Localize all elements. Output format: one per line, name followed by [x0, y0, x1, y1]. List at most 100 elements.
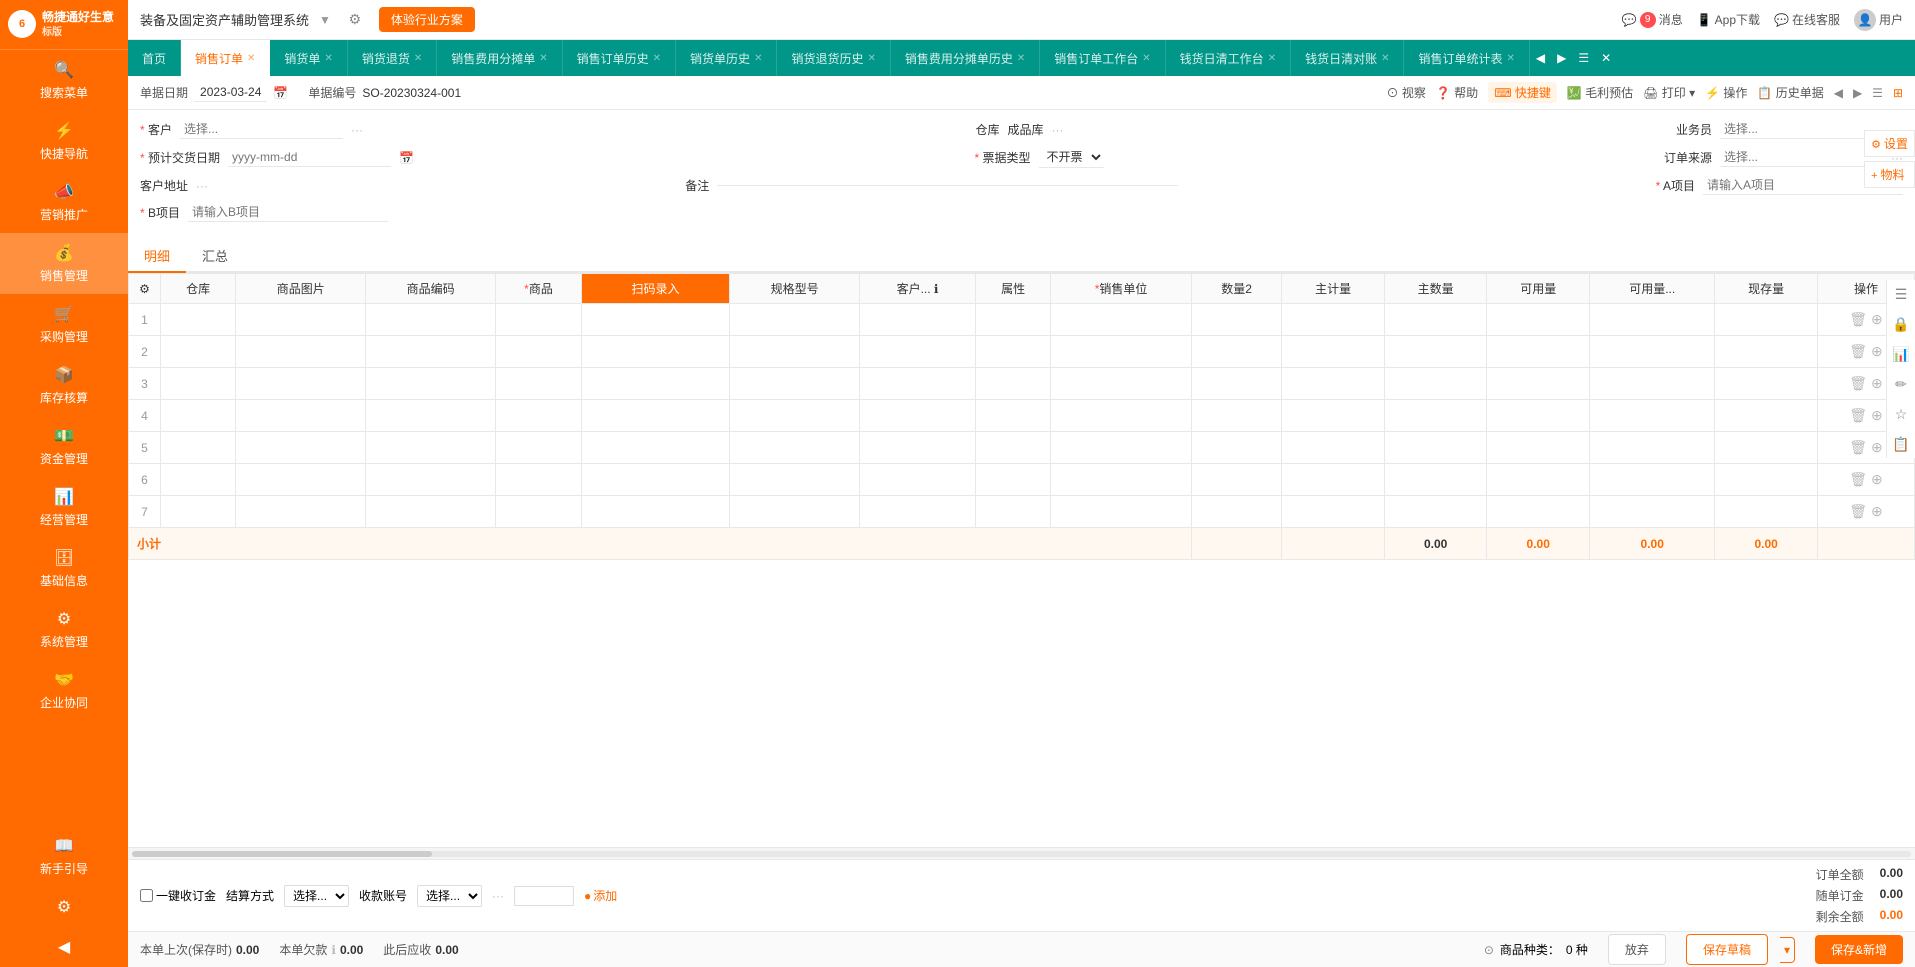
tab-summary[interactable]: 汇总: [186, 240, 244, 271]
discard-button[interactable]: 放弃: [1608, 934, 1666, 965]
tab-expense-history[interactable]: 销售费用分摊单历史 ✕: [891, 40, 1040, 76]
cell-warehouse[interactable]: [161, 304, 236, 336]
tab-close-icon[interactable]: ✕: [1507, 53, 1515, 64]
sidebar-item-guide[interactable]: 📖 新手引导: [0, 826, 128, 887]
tab-close-icon[interactable]: ✕: [867, 53, 875, 64]
float-icon-6[interactable]: 📋: [1887, 430, 1915, 458]
copy-icon[interactable]: ⊕: [1871, 375, 1883, 392]
grid-view-icon[interactable]: ⊞: [1893, 86, 1903, 100]
float-icon-1[interactable]: ☰: [1887, 280, 1915, 308]
history-icon[interactable]: 📋 历史单据: [1757, 84, 1823, 101]
tab-reconcile[interactable]: 钱货日清对账 ✕: [1291, 40, 1404, 76]
tab-menu-icon[interactable]: ☰: [1572, 51, 1595, 65]
sidebar-item-system[interactable]: ⚙ 系统管理: [0, 599, 128, 660]
delete-icon[interactable]: 🗑: [1849, 343, 1867, 360]
delete-icon[interactable]: 🗑: [1849, 375, 1867, 392]
view-icon[interactable]: ⊙ 视察: [1387, 84, 1426, 101]
tab-close-icon[interactable]: ✕: [1142, 53, 1150, 64]
salesperson-input[interactable]: [1720, 120, 1883, 139]
col-product[interactable]: *商品: [496, 274, 582, 304]
payment-method-select[interactable]: 选择...: [284, 885, 349, 907]
save-draft-arrow[interactable]: ▾: [1780, 937, 1795, 963]
copy-icon[interactable]: ⊕: [1871, 439, 1883, 456]
industry-solution-button[interactable]: 体验行业方案: [379, 7, 475, 32]
warehouse-value[interactable]: 成品库: [1008, 121, 1044, 138]
customer-input[interactable]: [180, 120, 343, 139]
customer-dots[interactable]: ···: [351, 123, 363, 137]
sidebar-item-search[interactable]: 🔍 搜索菜单: [0, 50, 128, 111]
cell-qty2[interactable]: [1191, 304, 1281, 336]
col-customer-info[interactable]: 客户... ℹ: [860, 274, 976, 304]
tab-close-icon[interactable]: ✕: [247, 53, 255, 64]
tab-close-icon[interactable]: ✕: [414, 53, 422, 64]
sidebar-item-quick[interactable]: ⚡ 快捷导航: [0, 111, 128, 172]
cell-warehouse[interactable]: [161, 368, 236, 400]
cell-main-qty[interactable]: [1384, 304, 1487, 336]
save-new-button[interactable]: 保存&新增: [1815, 935, 1903, 964]
tab-sales-invoice[interactable]: 销货单 ✕: [270, 40, 347, 76]
col-stock[interactable]: 现存量: [1715, 274, 1818, 304]
tab-daily-clear[interactable]: 钱货日清工作台 ✕: [1166, 40, 1291, 76]
account-dots[interactable]: ···: [492, 889, 504, 903]
sidebar-settings-btn[interactable]: ⚙: [0, 887, 128, 927]
tab-home[interactable]: 首页: [128, 40, 181, 76]
help-icon[interactable]: ❓ 帮助: [1436, 84, 1478, 101]
copy-icon[interactable]: ⊕: [1871, 407, 1883, 424]
col-scan[interactable]: 扫码录入: [581, 274, 729, 304]
sidebar-item-finance[interactable]: 💵 资金管理: [0, 416, 128, 477]
col-code[interactable]: 商品编码: [366, 274, 496, 304]
date-value[interactable]: 2023-03-24: [194, 83, 267, 102]
col-warehouse[interactable]: 仓库: [161, 274, 236, 304]
tab-close-icon[interactable]: ✕: [653, 53, 661, 64]
print-icon[interactable]: 🖨 打印 ▾: [1643, 84, 1695, 101]
shortcuts-icon[interactable]: ⌨ 快捷键: [1488, 82, 1557, 103]
scroll-bar[interactable]: [128, 847, 1915, 859]
online-service-btn[interactable]: 💬 在线客服: [1774, 11, 1840, 28]
float-icon-5[interactable]: ☆: [1887, 400, 1915, 428]
tab-order-history[interactable]: 销售订单历史 ✕: [563, 40, 676, 76]
float-icon-2[interactable]: 🔒: [1887, 310, 1915, 338]
cell-attribute[interactable]: [976, 304, 1051, 336]
one-click-checkbox-input[interactable]: [140, 889, 153, 902]
copy-icon[interactable]: ⊕: [1871, 311, 1883, 328]
tab-sales-return[interactable]: 销货退货 ✕: [348, 40, 437, 76]
cell-product[interactable]: [496, 336, 582, 368]
save-draft-button[interactable]: 保存草稿: [1686, 934, 1768, 965]
tab-prev-arrow[interactable]: ◀: [1530, 51, 1551, 65]
cell-product[interactable]: [496, 304, 582, 336]
payment-amount-input[interactable]: 0.00: [514, 886, 574, 906]
tab-sales-expense[interactable]: 销售费用分摊单 ✕: [437, 40, 562, 76]
cell-code[interactable]: [366, 304, 496, 336]
tab-workbench[interactable]: 销售订单工作台 ✕: [1040, 40, 1165, 76]
cell-main-qty[interactable]: [1384, 336, 1487, 368]
col-unit[interactable]: *销售单位: [1051, 274, 1192, 304]
add-material-side-btn[interactable]: + 物料: [1864, 161, 1915, 188]
sidebar-item-operations[interactable]: 📊 经营管理: [0, 477, 128, 538]
operations-icon[interactable]: ⚡ 操作: [1705, 84, 1747, 101]
tab-close-icon[interactable]: ✕: [324, 53, 332, 64]
add-payment-button[interactable]: ● 添加: [584, 887, 617, 904]
col-qty2[interactable]: 数量2: [1191, 274, 1281, 304]
cell-unit[interactable]: [1051, 336, 1192, 368]
dropdown-arrow-icon[interactable]: ▼: [319, 13, 331, 27]
nav-prev-icon[interactable]: ◀: [1834, 86, 1843, 100]
cell-spec[interactable]: [730, 304, 860, 336]
col-available[interactable]: 可用量: [1487, 274, 1590, 304]
sidebar-item-inventory[interactable]: 📦 库存核算: [0, 355, 128, 416]
delete-icon[interactable]: 🗑: [1849, 471, 1867, 488]
invoice-type-select[interactable]: 不开票: [1039, 147, 1104, 168]
sidebar-item-cooperation[interactable]: 🤝 企业协同: [0, 660, 128, 721]
float-icon-4[interactable]: ✏: [1887, 370, 1915, 398]
cell-qty2[interactable]: [1191, 336, 1281, 368]
app-download-btn[interactable]: 📱 App下载: [1697, 11, 1760, 28]
user-avatar[interactable]: 👤 用户: [1854, 9, 1903, 31]
tab-close-all-icon[interactable]: ✕: [1595, 51, 1617, 65]
tab-statistics[interactable]: 销售订单统计表 ✕: [1404, 40, 1529, 76]
sidebar-item-basic-info[interactable]: 🗄 基础信息: [0, 538, 128, 599]
order-source-input[interactable]: [1720, 148, 1883, 167]
tab-close-icon[interactable]: ✕: [1381, 53, 1389, 64]
cell-unit[interactable]: [1051, 304, 1192, 336]
cell-attribute[interactable]: [976, 336, 1051, 368]
tab-close-icon[interactable]: ✕: [1268, 53, 1276, 64]
warehouse-dots[interactable]: ···: [1052, 123, 1064, 137]
